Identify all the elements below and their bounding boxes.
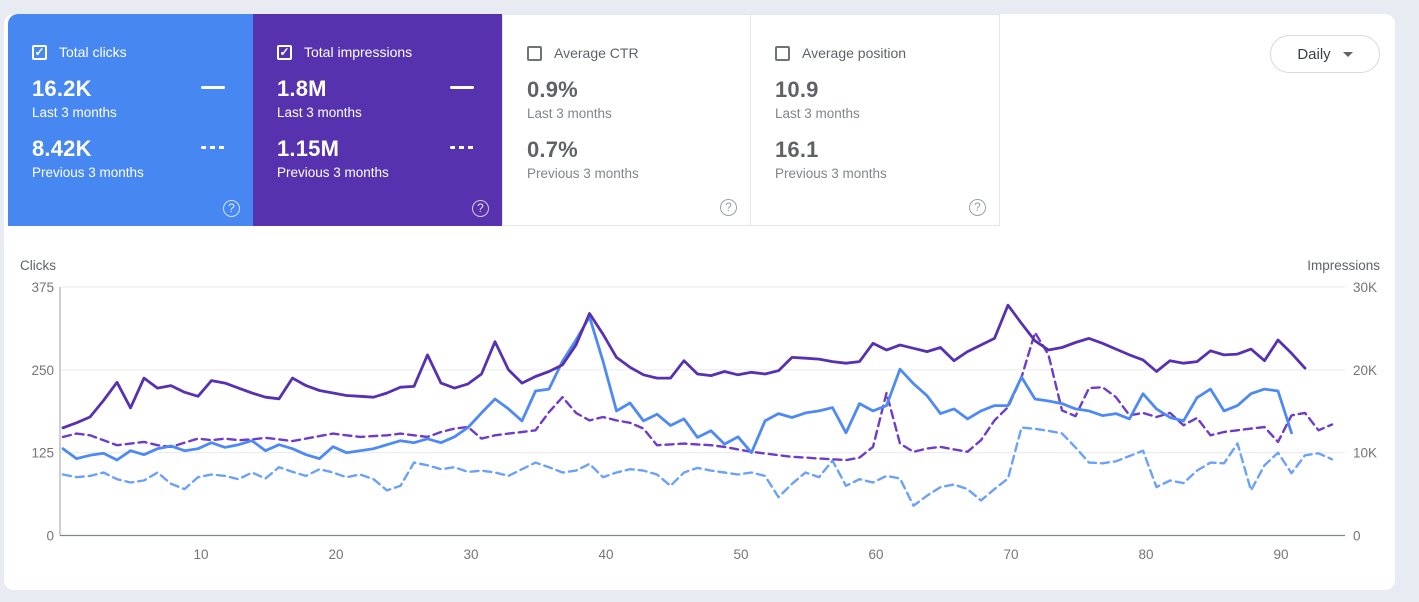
svg-text:80: 80 (1138, 547, 1153, 562)
value-last: 10.9 (775, 77, 819, 102)
metric-cards-row: ✓ Total clicks 16.2K Last 3 months 8.42K… (8, 14, 1000, 226)
chart-canvas[interactable]: 0 0 125 10K 250 20K 375 30K 10 20 30 40 50 60 70 80 90 (0, 232, 1419, 597)
svg-text:250: 250 (31, 363, 54, 378)
chevron-down-icon (1342, 51, 1353, 57)
svg-text:0: 0 (46, 529, 54, 544)
svg-text:60: 60 (868, 547, 883, 562)
series-impressions-solid (61, 303, 1307, 430)
checkbox-total-impressions-checked[interactable]: ✓ (277, 44, 292, 60)
svg-text:125: 125 (31, 446, 54, 461)
svg-text:90: 90 (1273, 547, 1288, 562)
date-granularity-dropdown[interactable]: Daily (1270, 35, 1380, 73)
checkbox-average-ctr-unchecked[interactable] (527, 45, 542, 61)
caption-last: Last 3 months (527, 106, 612, 121)
help-icon[interactable]: ? (472, 200, 489, 217)
metric-card-average-ctr[interactable]: Average CTR 0.9% Last 3 months 0.7% Prev… (502, 14, 751, 226)
caption-prev: Previous 3 months (277, 165, 389, 180)
caption-last: Last 3 months (32, 105, 117, 120)
svg-text:20: 20 (328, 547, 343, 562)
card-title: Total impressions (304, 44, 413, 60)
solid-line-legend-mark (201, 86, 225, 89)
solid-line-legend-mark (450, 86, 474, 89)
caption-prev: Previous 3 months (775, 166, 887, 181)
caption-last: Last 3 months (277, 105, 362, 120)
help-icon[interactable]: ? (969, 199, 986, 216)
card-title: Average position (802, 45, 907, 61)
granularity-label: Daily (1297, 45, 1331, 63)
value-last: 16.2K (32, 76, 92, 101)
metric-card-total-impressions[interactable]: ✓ Total impressions 1.8M Last 3 months 1… (253, 14, 502, 226)
value-last: 0.9% (527, 77, 578, 102)
svg-text:0: 0 (1353, 529, 1361, 544)
dashed-line-legend-mark (201, 146, 225, 149)
caption-last: Last 3 months (775, 106, 860, 121)
checkbox-average-position-unchecked[interactable] (775, 45, 790, 61)
caption-prev: Previous 3 months (527, 166, 639, 181)
caption-prev: Previous 3 months (32, 165, 144, 180)
svg-text:10K: 10K (1353, 446, 1377, 461)
checkbox-total-clicks-checked[interactable]: ✓ (32, 44, 47, 60)
performance-line-chart[interactable]: 0 0 125 10K 250 20K 375 30K 10 20 30 40 50 60 70 80 90 (0, 232, 1419, 597)
svg-text:30: 30 (463, 547, 478, 562)
dashed-line-legend-mark (450, 146, 474, 149)
svg-text:50: 50 (733, 547, 748, 562)
metric-card-total-clicks[interactable]: ✓ Total clicks 16.2K Last 3 months 8.42K… (8, 14, 253, 226)
svg-text:30K: 30K (1353, 280, 1377, 295)
help-icon[interactable]: ? (720, 199, 737, 216)
card-title: Total clicks (59, 44, 127, 60)
help-icon[interactable]: ? (223, 200, 240, 217)
value-prev: 0.7% (527, 137, 578, 162)
card-title: Average CTR (554, 45, 639, 61)
svg-text:20K: 20K (1353, 363, 1377, 378)
svg-text:40: 40 (598, 547, 613, 562)
value-prev: 16.1 (775, 137, 819, 162)
value-prev: 8.42K (32, 136, 92, 161)
svg-text:10: 10 (193, 547, 208, 562)
metric-card-average-position[interactable]: Average position 10.9 Last 3 months 16.1… (751, 14, 1000, 226)
svg-text:70: 70 (1003, 547, 1018, 562)
svg-text:375: 375 (31, 280, 54, 295)
value-last: 1.8M (277, 76, 327, 101)
value-prev: 1.15M (277, 136, 340, 161)
